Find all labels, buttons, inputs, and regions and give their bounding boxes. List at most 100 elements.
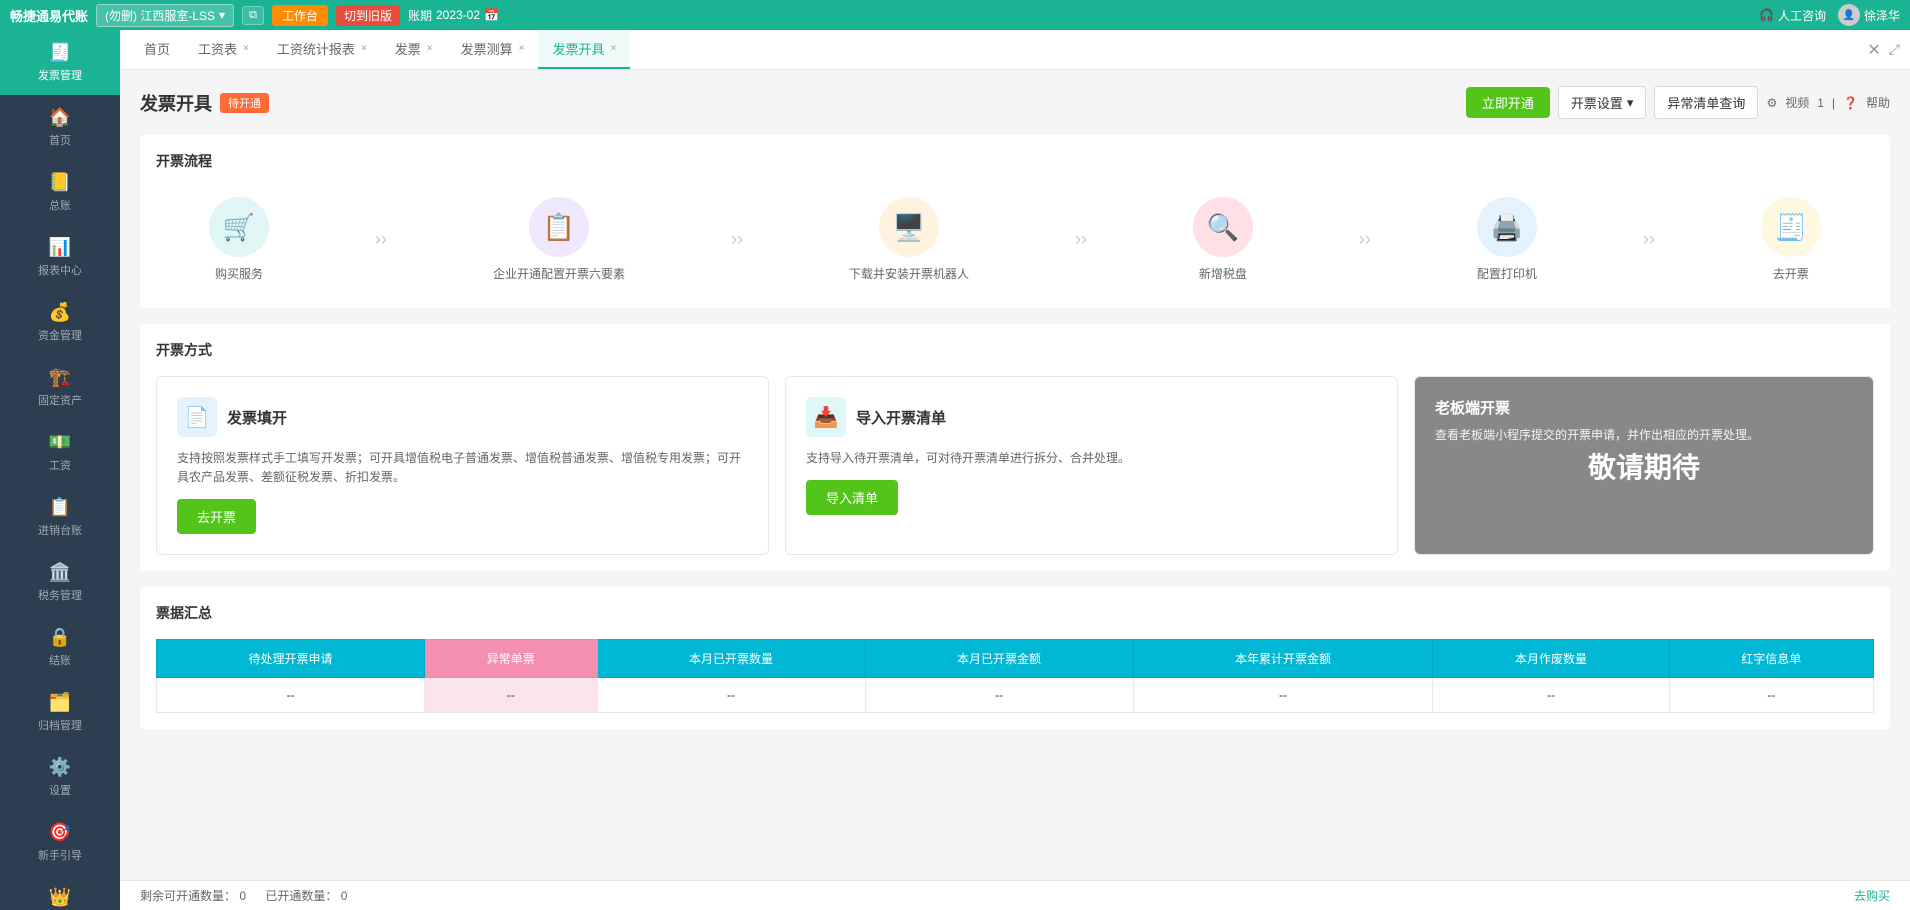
tab-invoice-calc-close[interactable]: × bbox=[519, 43, 525, 54]
page-title: 发票开具 bbox=[140, 90, 212, 116]
tab-salary-close[interactable]: × bbox=[243, 43, 249, 54]
app-logo: 畅捷通易代账 bbox=[10, 6, 88, 25]
arrow-2: ›› bbox=[731, 229, 743, 250]
period-label: 账期 bbox=[408, 7, 432, 24]
tab-invoice-close[interactable]: × bbox=[427, 43, 433, 54]
tab-salary-label: 工资表 bbox=[198, 39, 237, 58]
reports-icon: 📊 bbox=[49, 237, 71, 258]
buy-link[interactable]: 去购买 bbox=[1854, 887, 1890, 904]
opened-value: 0 bbox=[341, 889, 348, 903]
sidebar-item-settings[interactable]: ⚙️ 设置 bbox=[0, 745, 120, 810]
sidebar-item-purchase[interactable]: 📋 进销台账 bbox=[0, 485, 120, 550]
old-platform-card: 老板端开票 查看老板端小程序提交的开票申请，并作出相应的开票处理。 敬请期待 bbox=[1414, 376, 1874, 555]
copy-button[interactable]: ⧉ bbox=[242, 6, 264, 25]
open-settings-button[interactable]: 开票设置 ▾ bbox=[1558, 86, 1647, 119]
step-issue-label: 去开票 bbox=[1773, 265, 1809, 282]
user-name: 徐泽华 bbox=[1864, 7, 1900, 24]
calendar-icon[interactable]: 📅 bbox=[484, 8, 499, 22]
workflow-section: 开票流程 🛒 购买服务 ›› 📋 企业开通配置开票六要素 ›› 🖥️ 下载并安 bbox=[140, 135, 1890, 308]
open-now-button[interactable]: 立即开通 bbox=[1466, 87, 1550, 118]
step-download-icon: 🖥️ bbox=[879, 197, 939, 257]
sidebar-item-home[interactable]: 🏠 首页 bbox=[0, 95, 120, 160]
company-selector[interactable]: (勿删) 江西服室-LSS ▾ bbox=[96, 4, 234, 27]
old-platform-desc: 查看老板端小程序提交的开票申请，并作出相应的开票处理。 bbox=[1435, 426, 1853, 445]
step-download-label: 下载并安装开票机器人 bbox=[849, 265, 969, 282]
page-content: 发票开具 待开通 立即开通 开票设置 ▾ 异常清单查询 ⚙ 视频 1 | bbox=[120, 70, 1910, 880]
sidebar-item-invoice[interactable]: 🧾 发票管理 bbox=[0, 30, 120, 95]
sidebar-item-assets[interactable]: 🏗️ 固定资产 bbox=[0, 355, 120, 420]
customer-service[interactable]: 🎧 人工咨询 bbox=[1759, 7, 1826, 24]
import-invoice-button[interactable]: 导入清单 bbox=[806, 480, 898, 515]
td-abnormal: -- bbox=[425, 678, 598, 713]
window-restore-button[interactable]: ⤢ bbox=[1889, 41, 1900, 58]
step-tax-disk: 🔍 新增税盘 bbox=[1193, 197, 1253, 282]
sidebar-item-guide[interactable]: 🎯 新手引导 bbox=[0, 810, 120, 875]
th-year-amount: 本年累计开票金额 bbox=[1133, 640, 1433, 678]
td-year-amount: -- bbox=[1133, 678, 1433, 713]
sidebar-label-purchase: 进销台账 bbox=[38, 522, 82, 538]
summary-table: 待处理开票申请 异常单票 本月已开票数量 本月已开票金额 本年累计开票金额 本月… bbox=[156, 639, 1874, 713]
summary-title: 票据汇总 bbox=[156, 603, 1874, 623]
sidebar-item-tax[interactable]: 🏛️ 税务管理 bbox=[0, 550, 120, 615]
headset-icon: 🎧 bbox=[1759, 8, 1774, 22]
step-tax-disk-icon: 🔍 bbox=[1193, 197, 1253, 257]
sidebar-item-closing[interactable]: 🔒 结账 bbox=[0, 615, 120, 680]
top-bar: 畅捷通易代账 (勿删) 江西服室-LSS ▾ ⧉ 工作台 切到旧版 账期 202… bbox=[0, 0, 1910, 30]
fill-invoice-button[interactable]: 去开票 bbox=[177, 499, 256, 534]
funds-icon: 💰 bbox=[49, 302, 71, 323]
tab-invoice-issue-close[interactable]: × bbox=[610, 43, 616, 54]
step-configure-icon: 📋 bbox=[529, 197, 589, 257]
arrow-3: ›› bbox=[1075, 229, 1087, 250]
tab-salary-report[interactable]: 工资统计报表 × bbox=[263, 30, 381, 69]
settings-circle-icon: ⚙ bbox=[1766, 96, 1777, 110]
settings-icon: ⚙️ bbox=[49, 757, 71, 778]
sidebar-label-settings: 设置 bbox=[49, 782, 71, 798]
sidebar-item-member[interactable]: 👑 畅会员 bbox=[0, 875, 120, 910]
assets-icon: 🏗️ bbox=[49, 367, 71, 388]
window-close-button[interactable]: ✕ bbox=[1867, 40, 1880, 60]
step-issue: 🧾 去开票 bbox=[1761, 197, 1821, 282]
step-issue-icon: 🧾 bbox=[1761, 197, 1821, 257]
sidebar-item-archive[interactable]: 🗂️ 归档管理 bbox=[0, 680, 120, 745]
top-bar-right: 🎧 人工咨询 👤 徐泽华 bbox=[1759, 4, 1900, 26]
sidebar-label-tax: 税务管理 bbox=[38, 587, 82, 603]
tab-home[interactable]: 首页 bbox=[130, 30, 184, 69]
coming-soon-label: 敬请期待 bbox=[1588, 446, 1700, 486]
tab-home-label: 首页 bbox=[144, 39, 170, 58]
step-configure: 📋 企业开通配置开票六要素 bbox=[493, 197, 625, 282]
tab-bar-right: ✕ ⤢ bbox=[1867, 40, 1900, 60]
home-icon: 🏠 bbox=[49, 107, 71, 128]
tab-invoice-calc[interactable]: 发票测算 × bbox=[447, 30, 539, 69]
main-layout: 🧾 发票管理 🏠 首页 📒 总账 📊 报表中心 💰 资金管理 🏗️ 固定资产 💵… bbox=[0, 30, 1910, 910]
fill-card-title: 发票填开 bbox=[227, 407, 287, 428]
user-profile[interactable]: 👤 徐泽华 bbox=[1838, 4, 1900, 26]
step-tax-disk-label: 新增税盘 bbox=[1199, 265, 1247, 282]
tab-salary[interactable]: 工资表 × bbox=[184, 30, 263, 69]
import-card-title: 导入开票清单 bbox=[856, 407, 946, 428]
closing-icon: 🔒 bbox=[49, 627, 71, 648]
bottom-bar: 剩余可开通数量： 0 已开通数量： 0 去购买 bbox=[120, 880, 1910, 910]
switch-old-version-button[interactable]: 切到旧版 bbox=[336, 5, 400, 26]
tax-icon: 🏛️ bbox=[49, 562, 71, 583]
top-bar-left: 畅捷通易代账 (勿删) 江西服室-LSS ▾ ⧉ 工作台 切到旧版 账期 202… bbox=[10, 4, 499, 27]
arrow-5: ›› bbox=[1643, 229, 1655, 250]
sidebar-item-funds[interactable]: 💰 资金管理 bbox=[0, 290, 120, 355]
tab-invoice[interactable]: 发票 × bbox=[381, 30, 447, 69]
summary-table-header-row: 待处理开票申请 异常单票 本月已开票数量 本月已开票金额 本年累计开票金额 本月… bbox=[157, 640, 1874, 678]
sidebar-label-guide: 新手引导 bbox=[38, 847, 82, 863]
tab-salary-report-close[interactable]: × bbox=[361, 43, 367, 54]
service-label: 人工咨询 bbox=[1778, 7, 1826, 24]
th-month-count: 本月已开票数量 bbox=[597, 640, 865, 678]
tab-invoice-issue[interactable]: 发票开具 × bbox=[538, 30, 630, 69]
sidebar-label-invoice: 发票管理 bbox=[38, 67, 82, 83]
workflow-steps: 🛒 购买服务 ›› 📋 企业开通配置开票六要素 ›› 🖥️ 下载并安装开票机器人… bbox=[156, 187, 1874, 292]
content-area: 首页 工资表 × 工资统计报表 × 发票 × 发票测算 × bbox=[120, 30, 1910, 910]
abnormal-query-button[interactable]: 异常清单查询 bbox=[1654, 86, 1758, 119]
sidebar-label-ledger: 总账 bbox=[49, 197, 71, 213]
workstation-button[interactable]: 工作台 bbox=[272, 5, 328, 26]
sidebar-item-reports[interactable]: 📊 报表中心 bbox=[0, 225, 120, 290]
sidebar-item-ledger[interactable]: 📒 总账 bbox=[0, 160, 120, 225]
page-header: 发票开具 待开通 立即开通 开票设置 ▾ 异常清单查询 ⚙ 视频 1 | bbox=[140, 86, 1890, 119]
sidebar-label-closing: 结账 bbox=[49, 652, 71, 668]
sidebar-item-salary[interactable]: 💵 工资 bbox=[0, 420, 120, 485]
